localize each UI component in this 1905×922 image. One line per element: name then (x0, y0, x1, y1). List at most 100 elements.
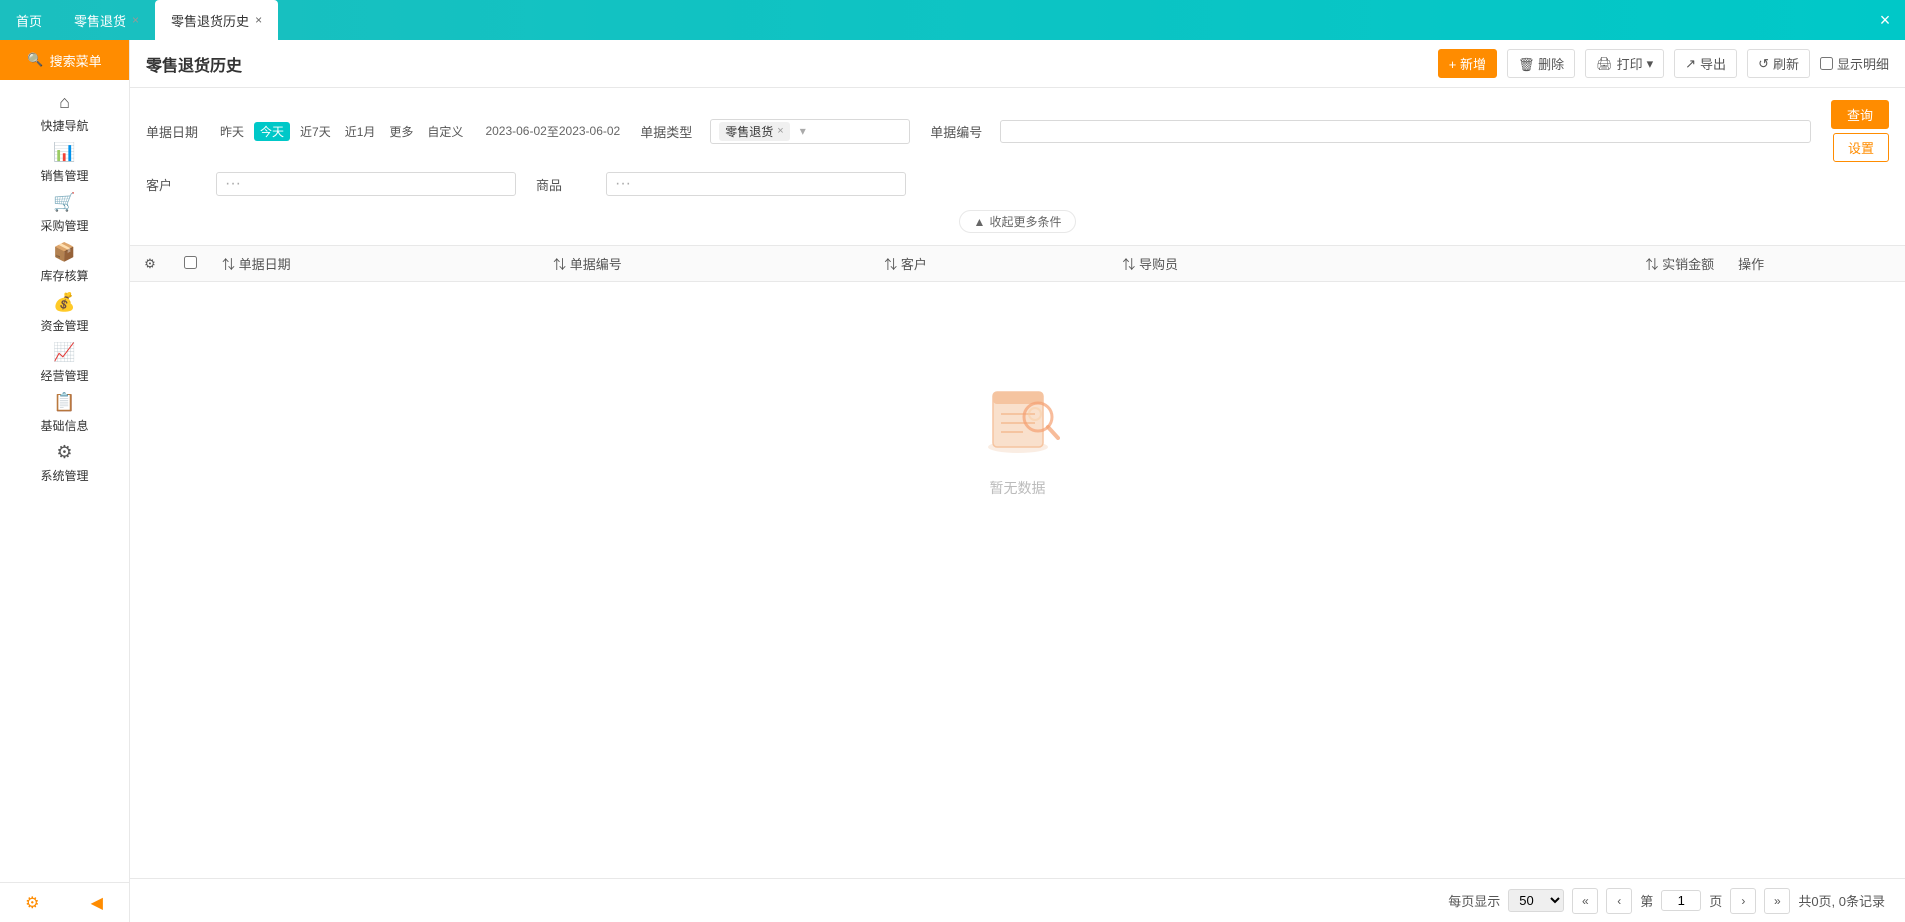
sidebar-icon-销售管理: 📊 (53, 142, 75, 163)
customer-filter-label: 客户 (146, 175, 206, 194)
sidebar-search-btn[interactable]: 🔍 搜索菜单 (0, 40, 129, 80)
doctype-filter-section: 单据类型 零售退货 × ▾ (640, 119, 910, 144)
date-opt-custom[interactable]: 自定义 (423, 122, 467, 141)
refresh-icon: ↺ (1758, 56, 1769, 72)
export-btn[interactable]: ↗ 导出 (1674, 49, 1737, 78)
sidebar-icon-经营管理: 📈 (53, 342, 75, 363)
th-amount-label: ⇅ 实销金额 (1646, 257, 1715, 272)
filter-row-2: 客户 ··· 商品 ··· (146, 172, 1889, 196)
sidebar-item-快捷导航[interactable]: ⌂快捷导航 (0, 88, 129, 138)
sidebar-item-系统管理[interactable]: ⚙系统管理 (0, 438, 129, 488)
date-opt-7days[interactable]: 近7天 (296, 122, 335, 141)
sidebar-icon-快捷导航: ⌂ (59, 92, 70, 113)
sidebar-item-库存核算[interactable]: 📦库存核算 (0, 238, 129, 288)
tab-close-零售退货历史[interactable]: × (255, 13, 262, 27)
last-page-btn[interactable]: » (1764, 888, 1790, 914)
first-page-btn[interactable]: « (1572, 888, 1598, 914)
date-opt-1month[interactable]: 近1月 (341, 122, 380, 141)
th-guide-label: ⇅ 导购员 (1122, 257, 1178, 272)
doctype-tag-close[interactable]: × (777, 125, 783, 137)
sidebar-item-经营管理[interactable]: 📈经营管理 (0, 338, 129, 388)
table-container: ⚙ ⇅ 单据日期 ⇅ 单据编号 (130, 246, 1905, 878)
tab-close-零售退货[interactable]: × (132, 13, 139, 27)
th-settings[interactable]: ⚙ (130, 246, 170, 282)
refresh-btn[interactable]: ↺ 刷新 (1747, 49, 1810, 78)
print-label: 打印 (1617, 54, 1643, 73)
doctype-chevron-icon: ▾ (800, 124, 806, 138)
page-number-input[interactable] (1661, 890, 1701, 911)
date-opt-today[interactable]: 今天 (254, 122, 290, 141)
docnumber-filter-label: 单据编号 (930, 122, 990, 141)
date-opt-yesterday[interactable]: 昨天 (216, 122, 248, 141)
pagination: 每页显示 50 10 20 100 « ‹ 第 页 › » 共0页, 0条记录 (130, 878, 1905, 922)
show-detail-checkbox[interactable] (1820, 57, 1833, 70)
refresh-label: 刷新 (1773, 54, 1799, 73)
print-btn[interactable]: 🖨 打印 ▾ (1585, 49, 1664, 78)
sidebar: 🔍 搜索菜单 ⌂快捷导航📊销售管理🛒采购管理📦库存核算💰资金管理📈经营管理📋基础… (0, 40, 130, 922)
docnumber-input[interactable] (1000, 120, 1811, 143)
th-guide[interactable]: ⇅ 导购员 (1110, 246, 1395, 282)
sidebar-item-基础信息[interactable]: 📋基础信息 (0, 388, 129, 438)
sidebar-search-label: 搜索菜单 (50, 51, 102, 70)
goods-filter-section: 商品 ··· (536, 172, 906, 196)
sidebar-item-销售管理[interactable]: 📊销售管理 (0, 138, 129, 188)
th-number[interactable]: ⇅ 单据编号 (541, 246, 872, 282)
query-btn[interactable]: 查询 (1831, 100, 1889, 129)
th-amount[interactable]: ⇅ 实销金额 (1395, 246, 1726, 282)
page-title: 零售退货历史 (146, 52, 242, 76)
empty-state: 暂无数据 (130, 282, 1905, 578)
window-close-btn[interactable]: × (1865, 0, 1905, 40)
sidebar-label-采购管理: 采购管理 (40, 217, 88, 234)
tab-零售退货[interactable]: 零售退货× (58, 0, 155, 40)
show-detail-toggle[interactable]: 显示明细 (1820, 54, 1889, 73)
customer-dots-icon: ··· (225, 175, 241, 193)
collapse-bar: ▲ 收起更多条件 (146, 206, 1889, 241)
settings-icon[interactable]: ⚙ (144, 256, 156, 271)
doctype-filter-label: 单据类型 (640, 122, 700, 141)
per-page-select[interactable]: 50 10 20 100 (1508, 889, 1564, 912)
sidebar-bottom: ⚙ ◀ (0, 882, 129, 922)
tab-首页[interactable]: 首页 (0, 0, 58, 40)
prev-page-btn[interactable]: ‹ (1606, 888, 1632, 914)
th-action-label: 操作 (1738, 257, 1764, 272)
th-date-label: ⇅ 单据日期 (222, 257, 291, 272)
main-table: ⚙ ⇅ 单据日期 ⇅ 单据编号 (130, 246, 1905, 282)
sidebar-item-资金管理[interactable]: 💰资金管理 (0, 288, 129, 338)
page-unit: 页 (1709, 891, 1722, 910)
date-options: 昨天 今天 近7天 近1月 更多 自定义 (216, 122, 467, 141)
date-range: 2023-06-02 至 2023-06-02 (485, 123, 620, 140)
setting-btn[interactable]: 设置 (1833, 133, 1889, 162)
sidebar-icon-资金管理: 💰 (53, 292, 75, 313)
th-date[interactable]: ⇅ 单据日期 (210, 246, 541, 282)
date-separator: 至 (547, 123, 559, 140)
customer-filter-section: 客户 ··· (146, 172, 516, 196)
doctype-select[interactable]: 零售退货 × ▾ (710, 119, 910, 144)
next-page-btn[interactable]: › (1730, 888, 1756, 914)
settings-bottom-btn[interactable]: ⚙ (17, 888, 47, 918)
filter-row-1: 单据日期 昨天 今天 近7天 近1月 更多 自定义 2023-06-02 至 2… (146, 100, 1889, 162)
sidebar-icon-系统管理: ⚙ (56, 442, 72, 463)
show-detail-label: 显示明细 (1837, 54, 1889, 73)
content-area: 零售退货历史 + 新增 🗑 删除 🖨 打印 ▾ ↗ 导出 ↺ 刷新 (130, 40, 1905, 922)
collapse-sidebar-btn[interactable]: ◀ (82, 888, 112, 918)
header-actions: + 新增 🗑 删除 🖨 打印 ▾ ↗ 导出 ↺ 刷新 显示明细 (1438, 49, 1889, 78)
th-customer[interactable]: ⇅ 客户 (872, 246, 1110, 282)
page-header: 零售退货历史 + 新增 🗑 删除 🖨 打印 ▾ ↗ 导出 ↺ 刷新 (130, 40, 1905, 88)
tab-零售退货历史[interactable]: 零售退货历史× (155, 0, 278, 40)
table-header-row: ⚙ ⇅ 单据日期 ⇅ 单据编号 (130, 246, 1905, 282)
date-opt-more[interactable]: 更多 (385, 122, 417, 141)
select-all-checkbox[interactable] (184, 256, 197, 269)
main-layout: 🔍 搜索菜单 ⌂快捷导航📊销售管理🛒采购管理📦库存核算💰资金管理📈经营管理📋基础… (0, 40, 1905, 922)
th-checkbox[interactable] (170, 246, 210, 282)
collapse-btn[interactable]: ▲ 收起更多条件 (959, 210, 1077, 233)
sidebar-item-采购管理[interactable]: 🛒采购管理 (0, 188, 129, 238)
sidebar-label-基础信息: 基础信息 (40, 417, 88, 434)
customer-select[interactable]: ··· (216, 172, 516, 196)
query-setting-btns: 查询 设置 (1831, 100, 1889, 162)
new-btn[interactable]: + 新增 (1438, 49, 1497, 78)
delete-btn[interactable]: 🗑 删除 (1507, 49, 1575, 78)
tab-list: 首页零售退货×零售退货历史× (0, 0, 1865, 40)
empty-text: 暂无数据 (990, 478, 1046, 498)
date-filter-section: 单据日期 昨天 今天 近7天 近1月 更多 自定义 2023-06-02 至 2… (146, 122, 620, 141)
goods-select[interactable]: ··· (606, 172, 906, 196)
